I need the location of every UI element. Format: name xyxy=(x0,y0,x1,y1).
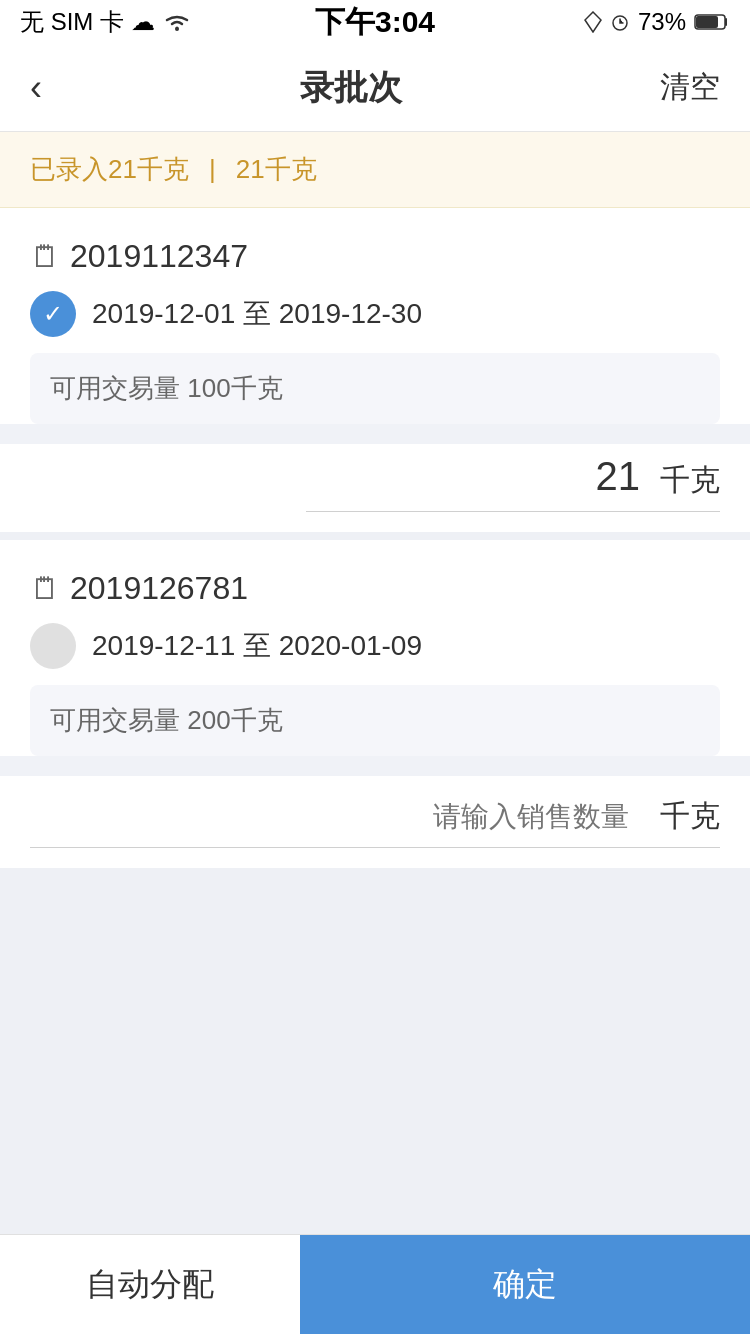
amount-unit-1: 千克 xyxy=(660,460,720,501)
batch-date-1: 2019-12-01 至 2019-12-30 xyxy=(92,295,422,333)
batch-icon-2: 🗒 xyxy=(30,572,60,606)
amount-container-1: 21 千克 xyxy=(0,444,750,532)
back-button[interactable]: ‹ xyxy=(30,67,42,109)
page-title: 录批次 xyxy=(300,65,402,111)
confirm-button[interactable]: 确定 xyxy=(300,1235,750,1334)
total-label: 21千克 xyxy=(236,152,317,187)
nav-bar: ‹ 录批次 清空 xyxy=(0,44,750,132)
batch-date-row-2[interactable]: 2019-12-11 至 2020-01-09 xyxy=(30,623,720,669)
status-time: 下午3:04 xyxy=(315,2,435,43)
auto-distribute-button[interactable]: 自动分配 xyxy=(0,1235,300,1334)
batch-date-row-1[interactable]: ✓ 2019-12-01 至 2019-12-30 xyxy=(30,291,720,337)
battery-icon xyxy=(694,13,730,31)
info-divider: | xyxy=(209,154,216,185)
recorded-label: 已录入21千克 xyxy=(30,152,189,187)
sim-label: 无 SIM 卡 ☁ xyxy=(20,6,155,38)
batch-available-2: 可用交易量 200千克 xyxy=(30,685,720,756)
separator-1 xyxy=(0,532,750,540)
svg-rect-3 xyxy=(696,16,718,28)
batch-item-2: 🗒 2019126781 2019-12-11 至 2020-01-09 可用交… xyxy=(0,540,750,756)
status-bar: 无 SIM 卡 ☁ 下午3:04 73% xyxy=(0,0,750,44)
input-unit-2: 千克 xyxy=(660,796,720,837)
batch-number-1: 2019112347 xyxy=(70,238,248,275)
batch-number-2: 2019126781 xyxy=(70,570,248,607)
input-row-2[interactable]: 千克 xyxy=(30,796,720,837)
checkmark-icon-1: ✓ xyxy=(43,300,63,328)
empty-area xyxy=(0,876,750,1256)
input-row-wrapper-2: 千克 xyxy=(0,776,750,876)
location-icon xyxy=(584,11,602,33)
status-left: 无 SIM 卡 ☁ xyxy=(20,6,191,38)
batch-item-1: 🗒 2019112347 ✓ 2019-12-01 至 2019-12-30 可… xyxy=(0,208,750,424)
batch-icon-1: 🗒 xyxy=(30,240,60,274)
batch-date-2: 2019-12-11 至 2020-01-09 xyxy=(92,627,422,665)
radio-checked-1[interactable]: ✓ xyxy=(30,291,76,337)
quantity-input-2[interactable] xyxy=(344,801,644,833)
batch-header-2: 🗒 2019126781 xyxy=(30,570,720,607)
alarm-icon xyxy=(610,11,630,33)
bottom-bar: 自动分配 确定 xyxy=(0,1234,750,1334)
status-right: 73% xyxy=(584,8,730,36)
amount-line-1 xyxy=(306,511,720,512)
batch-header-1: 🗒 2019112347 xyxy=(30,238,720,275)
svg-point-0 xyxy=(175,27,179,31)
clear-button[interactable]: 清空 xyxy=(660,67,720,108)
radio-unchecked-2[interactable] xyxy=(30,623,76,669)
input-divider-2 xyxy=(30,847,720,848)
battery-label: 73% xyxy=(638,8,686,36)
info-bar: 已录入21千克 | 21千克 xyxy=(0,132,750,208)
wifi-icon xyxy=(163,12,191,32)
amount-inner-1: 21 千克 xyxy=(30,454,720,511)
amount-value-1: 21 xyxy=(596,454,641,499)
batch-available-1: 可用交易量 100千克 xyxy=(30,353,720,424)
